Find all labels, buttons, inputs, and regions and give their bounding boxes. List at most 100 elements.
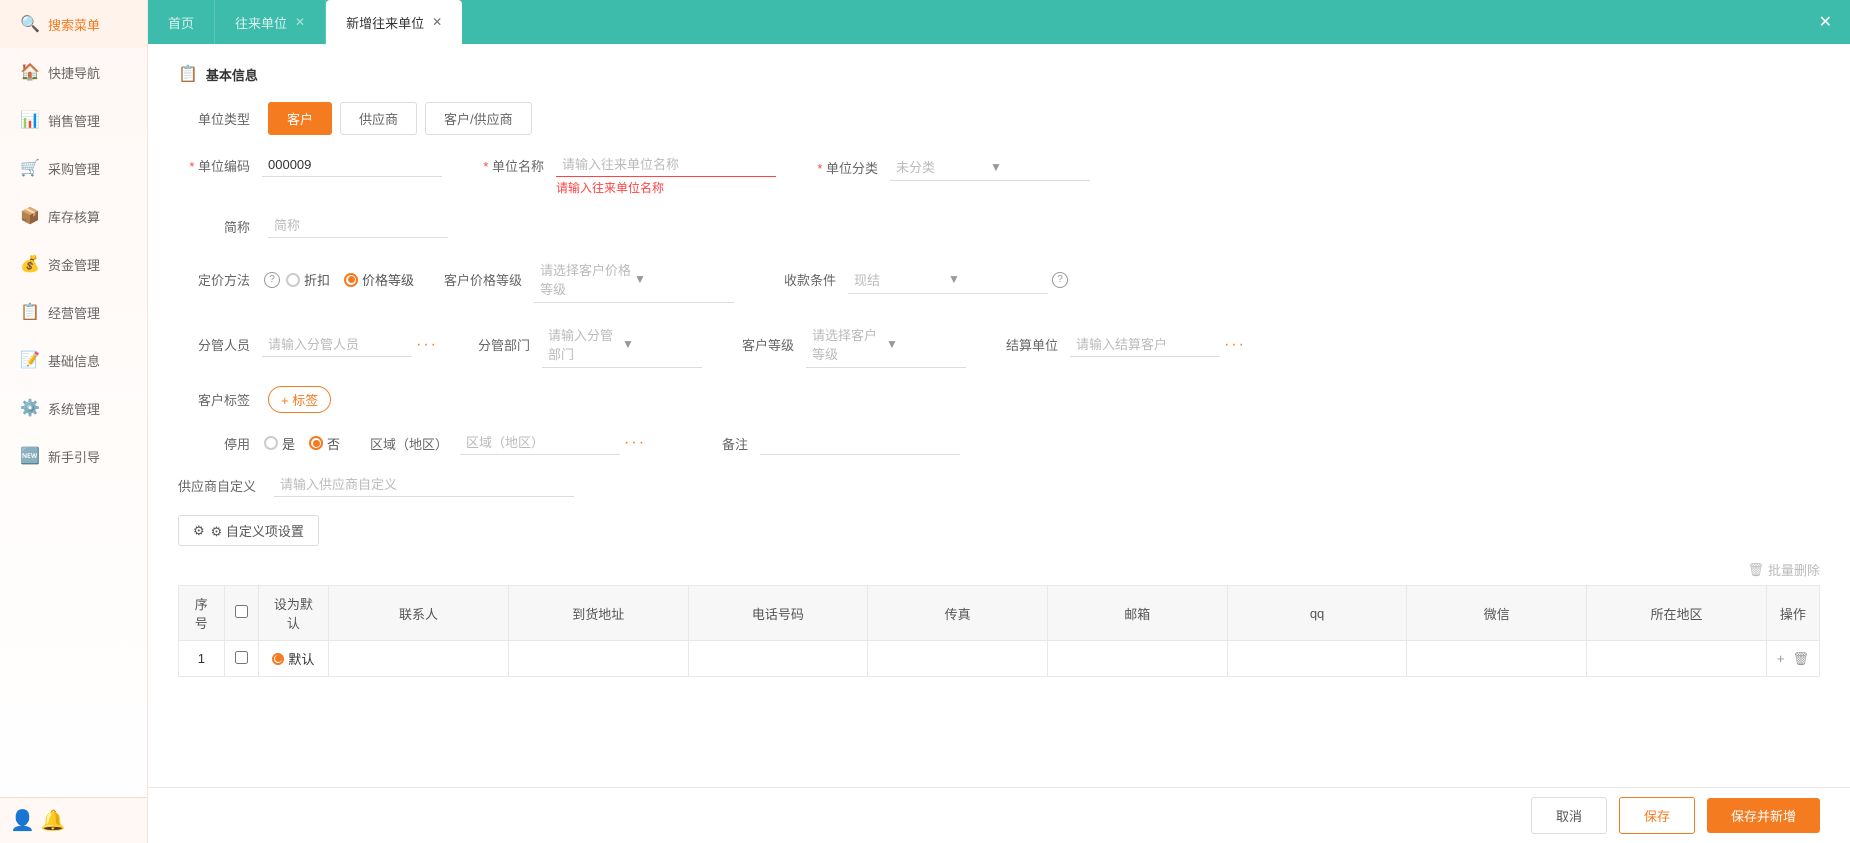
pricing-help-icon[interactable]: ? [264, 272, 280, 288]
content-area: 📋 基本信息 单位类型 客户 供应商 客户/供应商 单位编码 单位名称 [148, 44, 1850, 843]
sidebar-item-quick-nav[interactable]: 🏠 快捷导航 [0, 48, 147, 96]
dept-select[interactable]: 请输入分管部门 ▼ [542, 321, 702, 368]
supplier-custom-row: 供应商自定义 [178, 473, 1820, 497]
custom-settings-button[interactable]: ⚙ ⚙ 自定义项设置 [178, 515, 319, 546]
sidebar-item-basic-info[interactable]: 📝 基础信息 [0, 336, 147, 384]
tab-home[interactable]: 首页 [148, 0, 215, 44]
fax-input[interactable] [878, 651, 1037, 666]
tab-add-partner-close[interactable]: ✕ [432, 15, 442, 29]
customer-level-select[interactable]: 请选择客户等级 ▼ [806, 321, 966, 368]
cell-seq: 1 [179, 641, 225, 677]
cell-email[interactable] [1047, 641, 1227, 677]
cell-address[interactable] [508, 641, 688, 677]
save-new-label: 保存并新增 [1731, 809, 1796, 824]
unit-code-input[interactable] [262, 153, 442, 177]
footer-bar: 取消 保存 保存并新增 [148, 787, 1850, 843]
address-input[interactable] [519, 651, 678, 666]
unit-name-label: 单位名称 [472, 156, 552, 175]
cell-action: + 🗑 [1766, 641, 1819, 677]
region-input[interactable] [460, 431, 620, 455]
cell-phone[interactable] [688, 641, 868, 677]
btn-both[interactable]: 客户/供应商 [425, 102, 532, 135]
add-tag-button[interactable]: + 标签 [268, 386, 331, 413]
dept-label: 分管部门 [458, 335, 538, 354]
save-button[interactable]: 保存 [1619, 797, 1695, 834]
cancel-button[interactable]: 取消 [1531, 797, 1607, 834]
phone-input[interactable] [699, 651, 858, 666]
manager-input[interactable] [262, 333, 412, 357]
sidebar-item-system-label: 系统管理 [48, 399, 100, 418]
btn-supplier[interactable]: 供应商 [340, 102, 417, 135]
cell-wechat[interactable] [1407, 641, 1587, 677]
short-name-input[interactable] [268, 214, 448, 238]
delete-row-icon[interactable]: 🗑 [1792, 651, 1809, 667]
row-checkbox[interactable] [235, 651, 248, 664]
tab-partner-list[interactable]: 往来单位 ✕ [215, 0, 326, 44]
payment-terms-label: 收款条件 [764, 270, 844, 289]
manager-more-icon[interactable]: ··· [416, 336, 438, 354]
sidebar-item-search[interactable]: 🔍 搜索菜单 [0, 0, 147, 48]
sidebar-item-sales[interactable]: 📊 销售管理 [0, 96, 147, 144]
add-row-icon[interactable]: + [1777, 651, 1785, 666]
radio-no[interactable]: 否 [309, 434, 340, 453]
settlement-more-icon[interactable]: ··· [1224, 336, 1246, 354]
sidebar-item-newbie[interactable]: 🆕 新手引导 [0, 432, 147, 480]
sidebar-item-operations[interactable]: 📋 经营管理 [0, 288, 147, 336]
remarks-input[interactable] [760, 431, 960, 455]
contact-input[interactable] [339, 651, 498, 666]
window-close-icon[interactable]: ✕ [1801, 12, 1850, 32]
radio-price-level-label: 价格等级 [362, 270, 414, 289]
tab-add-partner[interactable]: 新增往来单位 ✕ [326, 0, 462, 44]
settlement-input[interactable] [1070, 333, 1220, 357]
sidebar-settings-icon[interactable]: 🔔 [41, 808, 66, 833]
sidebar-expand-icon[interactable]: 👤 [10, 808, 35, 833]
region-table-input[interactable] [1597, 651, 1756, 666]
cell-contact[interactable] [329, 641, 509, 677]
sidebar: 🔍 搜索菜单 🏠 快捷导航 📊 销售管理 🛒 采购管理 📦 库存核算 💰 资金管… [0, 0, 148, 843]
cell-fax[interactable] [868, 641, 1048, 677]
save-new-button[interactable]: 保存并新增 [1707, 798, 1820, 833]
cell-default[interactable]: 默认 [258, 641, 329, 677]
region-more-icon[interactable]: ··· [624, 434, 646, 452]
payment-terms-select[interactable]: 现结 ▼ [848, 266, 1048, 294]
radio-discount[interactable]: 折扣 [286, 270, 330, 289]
sidebar-item-inventory[interactable]: 📦 库存核算 [0, 192, 147, 240]
cell-region[interactable] [1587, 641, 1767, 677]
contacts-table: 序号 设为默认 联系人 到货地址 电话号码 传真 邮箱 qq 微信 所在地区 操… [178, 585, 1820, 677]
customer-price-select[interactable]: 请选择客户价格等级 ▼ [534, 256, 734, 303]
col-action: 操作 [1766, 586, 1819, 641]
sidebar-item-inventory-label: 库存核算 [48, 207, 100, 226]
unit-name-input[interactable] [556, 153, 776, 177]
batch-delete-label: 批量删除 [1768, 560, 1820, 579]
short-name-row: 简称 [178, 214, 1820, 238]
radio-price-level[interactable]: 价格等级 [344, 270, 414, 289]
tab-partner-list-close[interactable]: ✕ [295, 15, 305, 29]
btn-customer[interactable]: 客户 [268, 102, 332, 135]
email-input[interactable] [1058, 651, 1217, 666]
tabs-bar: 首页 往来单位 ✕ 新增往来单位 ✕ ✕ [148, 0, 1850, 44]
trash-icon: 🗑 [1747, 562, 1764, 578]
gear-icon: ⚙️ [20, 398, 40, 418]
select-all-checkbox[interactable] [235, 605, 248, 618]
cell-qq[interactable] [1227, 641, 1407, 677]
sidebar-item-purchase[interactable]: 🛒 采购管理 [0, 144, 147, 192]
batch-delete-btn[interactable]: 🗑 批量删除 [178, 560, 1820, 579]
unit-category-arrow-icon: ▼ [990, 160, 1084, 174]
default-radio[interactable] [272, 653, 284, 665]
customer-price-arrow-icon: ▼ [634, 272, 728, 286]
unit-category-select[interactable]: 未分类 ▼ [890, 153, 1090, 181]
customer-level-arrow-icon: ▼ [886, 337, 960, 351]
qq-input[interactable] [1238, 651, 1397, 666]
payment-terms-arrow-icon: ▼ [948, 272, 1042, 286]
sidebar-item-finance[interactable]: 💰 资金管理 [0, 240, 147, 288]
col-check[interactable] [224, 586, 258, 641]
radio-yes-circle [264, 436, 278, 450]
supplier-custom-input[interactable] [274, 473, 574, 497]
cell-check[interactable] [224, 641, 258, 677]
doc-icon: 📝 [20, 350, 40, 370]
unit-name-error: 请输入往来单位名称 [556, 179, 776, 196]
payment-terms-help-icon[interactable]: ? [1052, 272, 1068, 288]
wechat-input[interactable] [1417, 651, 1576, 666]
radio-yes[interactable]: 是 [264, 434, 295, 453]
sidebar-item-system[interactable]: ⚙️ 系统管理 [0, 384, 147, 432]
